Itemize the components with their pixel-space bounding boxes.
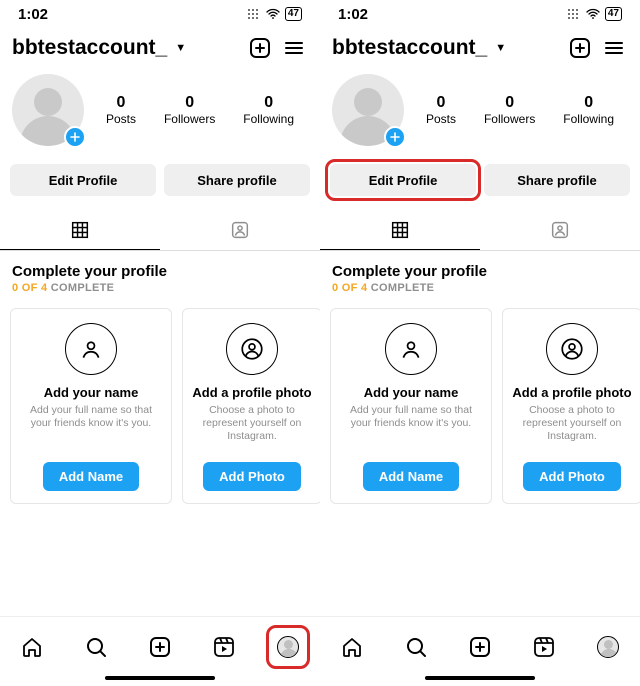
nav-reels[interactable] — [204, 627, 244, 667]
nav-home[interactable] — [332, 627, 372, 667]
nav-search[interactable] — [76, 627, 116, 667]
status-time: 1:02 — [18, 6, 48, 23]
person-icon — [385, 323, 437, 375]
complete-profile-section: Complete your profile 0 OF 4 COMPLETE — [0, 251, 320, 298]
home-indicator — [105, 676, 215, 680]
stat-posts[interactable]: 0Posts — [106, 94, 136, 126]
add-photo-button[interactable]: Add Photo — [203, 462, 301, 491]
card-add-name: Add your name Add your full name so that… — [330, 308, 492, 504]
create-button[interactable] — [246, 34, 274, 62]
tab-tagged[interactable] — [160, 210, 320, 250]
battery-indicator: 47 — [605, 7, 622, 21]
complete-profile-title: Complete your profile — [12, 263, 308, 280]
chevron-down-icon[interactable]: ▼ — [495, 42, 506, 54]
stat-following[interactable]: 0Following — [243, 94, 294, 126]
edit-profile-button[interactable]: Edit Profile — [10, 164, 156, 196]
create-button[interactable] — [566, 34, 594, 62]
card-desc: Add your full name so that your friends … — [19, 404, 163, 456]
stat-followers[interactable]: 0Followers — [164, 94, 215, 126]
share-profile-button[interactable]: Share profile — [484, 164, 630, 196]
nav-profile-avatar-icon — [597, 636, 619, 658]
card-title: Add your name — [44, 385, 139, 400]
username-dropdown[interactable]: bbtestaccount_ — [12, 36, 167, 60]
nav-home[interactable] — [12, 627, 52, 667]
signal-icon — [565, 6, 581, 22]
tab-tagged[interactable] — [480, 210, 640, 250]
profile-header: bbtestaccount_ ▼ — [0, 28, 320, 68]
nav-profile-avatar-icon — [277, 636, 299, 658]
card-desc: Choose a photo to represent yourself on … — [511, 404, 633, 456]
battery-indicator: 47 — [285, 7, 302, 21]
wifi-icon — [585, 6, 601, 22]
nav-profile[interactable] — [268, 627, 308, 667]
card-add-photo: Add a profile photo Choose a photo to re… — [182, 308, 320, 504]
complete-profile-cards[interactable]: Add your name Add your full name so that… — [320, 298, 640, 514]
card-title: Add your name — [364, 385, 459, 400]
person-circle-icon — [226, 323, 278, 375]
home-indicator — [425, 676, 535, 680]
profile-tabs — [320, 210, 640, 251]
status-bar: 1:02 47 — [320, 0, 640, 28]
menu-button[interactable] — [600, 34, 628, 62]
menu-button[interactable] — [280, 34, 308, 62]
chevron-down-icon[interactable]: ▼ — [175, 42, 186, 54]
complete-profile-progress: 0 OF 4 COMPLETE — [332, 282, 628, 294]
card-title: Add a profile photo — [192, 385, 311, 400]
nav-create[interactable] — [140, 627, 180, 667]
person-icon — [65, 323, 117, 375]
bottom-nav — [320, 616, 640, 686]
tab-grid[interactable] — [0, 210, 160, 250]
card-add-photo: Add a profile photo Choose a photo to re… — [502, 308, 640, 504]
profile-avatar[interactable] — [12, 74, 84, 146]
share-profile-button[interactable]: Share profile — [164, 164, 310, 196]
nav-reels[interactable] — [524, 627, 564, 667]
nav-create[interactable] — [460, 627, 500, 667]
complete-profile-cards[interactable]: Add your name Add your full name so that… — [0, 298, 320, 514]
profile-avatar[interactable] — [332, 74, 404, 146]
nav-search[interactable] — [396, 627, 436, 667]
card-desc: Add your full name so that your friends … — [339, 404, 483, 456]
profile-tabs — [0, 210, 320, 251]
stat-following[interactable]: 0Following — [563, 94, 614, 126]
bottom-nav — [0, 616, 320, 686]
card-title: Add a profile photo — [512, 385, 631, 400]
stat-posts[interactable]: 0Posts — [426, 94, 456, 126]
person-circle-icon — [546, 323, 598, 375]
signal-icon — [245, 6, 261, 22]
complete-profile-progress: 0 OF 4 COMPLETE — [12, 282, 308, 294]
profile-summary: 0Posts 0Followers 0Following — [320, 68, 640, 152]
status-time: 1:02 — [338, 6, 368, 23]
profile-summary: 0Posts 0Followers 0Following — [0, 68, 320, 152]
add-name-button[interactable]: Add Name — [363, 462, 459, 491]
complete-profile-section: Complete your profile 0 OF 4 COMPLETE — [320, 251, 640, 298]
edit-profile-button[interactable]: Edit Profile — [330, 164, 476, 196]
status-bar: 1:02 47 — [0, 0, 320, 28]
add-story-icon[interactable] — [64, 126, 86, 148]
add-photo-button[interactable]: Add Photo — [523, 462, 621, 491]
tab-grid[interactable] — [320, 210, 480, 250]
nav-profile[interactable] — [588, 627, 628, 667]
complete-profile-title: Complete your profile — [332, 263, 628, 280]
phone-left: 1:02 47 bbtestaccount_ ▼ 0Posts 0Followe… — [0, 0, 320, 686]
add-story-icon[interactable] — [384, 126, 406, 148]
profile-header: bbtestaccount_ ▼ — [320, 28, 640, 68]
card-add-name: Add your name Add your full name so that… — [10, 308, 172, 504]
username-dropdown[interactable]: bbtestaccount_ — [332, 36, 487, 60]
card-desc: Choose a photo to represent yourself on … — [191, 404, 313, 456]
wifi-icon — [265, 6, 281, 22]
add-name-button[interactable]: Add Name — [43, 462, 139, 491]
stat-followers[interactable]: 0Followers — [484, 94, 535, 126]
phone-right: 1:02 47 bbtestaccount_ ▼ 0Posts 0Followe… — [320, 0, 640, 686]
